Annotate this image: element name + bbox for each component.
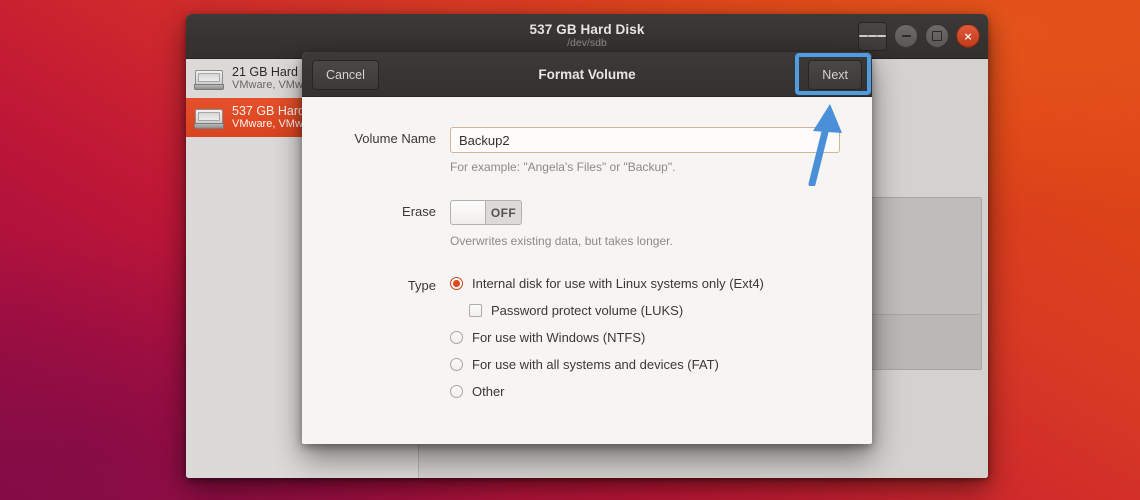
hard-disk-icon [194, 67, 224, 91]
toggle-knob [451, 201, 486, 224]
volume-name-hint: For example: "Angela's Files" or "Backup… [450, 160, 676, 174]
maximize-glyph [932, 31, 942, 41]
next-button[interactable]: Next [808, 60, 862, 90]
hamburger-menu-icon[interactable] [858, 21, 887, 51]
cancel-button[interactable]: Cancel [312, 60, 379, 90]
type-option-label: Internal disk for use with Linux systems… [472, 276, 764, 291]
type-options-list: Internal disk for use with Linux systems… [450, 276, 872, 411]
type-option-label: For use with Windows (NTFS) [472, 330, 646, 345]
volume-name-input[interactable] [450, 127, 840, 153]
close-icon[interactable]: × [956, 24, 980, 48]
erase-row: Erase OFF Overwrites existing data, but … [302, 200, 872, 270]
close-glyph: × [964, 28, 972, 44]
format-volume-dialog: Cancel Format Volume Next Volume Name Fo… [302, 52, 872, 444]
erase-label: Erase [402, 204, 436, 219]
window-controls: × [858, 14, 980, 58]
radio-icon[interactable] [450, 331, 463, 344]
window-subtitle: /dev/sdb [567, 37, 607, 50]
toggle-state-label: OFF [490, 205, 517, 220]
type-option-fat[interactable]: For use with all systems and devices (FA… [450, 357, 840, 372]
radio-icon[interactable] [450, 385, 463, 398]
hard-disk-icon [194, 106, 224, 130]
erase-toggle[interactable]: OFF [450, 200, 522, 225]
type-label: Type [407, 278, 436, 293]
window-title: 537 GB Hard Disk [529, 21, 645, 37]
volume-name-field-wrap: For example: "Angela's Files" or "Backup… [450, 127, 872, 196]
minimize-glyph [901, 35, 911, 37]
format-volume-form: Volume Name For example: "Angela's Files… [302, 97, 872, 411]
erase-field-wrap: OFF Overwrites existing data, but takes … [450, 200, 872, 270]
type-option-ntfs[interactable]: For use with Windows (NTFS) [450, 330, 840, 345]
type-row: Type Internal disk for use with Linux sy… [302, 274, 872, 411]
type-option-label: Password protect volume (LUKS) [491, 303, 684, 318]
radio-icon[interactable] [450, 358, 463, 371]
dialog-header: Cancel Format Volume Next [302, 52, 872, 97]
dialog-title: Format Volume [538, 66, 636, 82]
erase-hint: Overwrites existing data, but takes long… [450, 234, 673, 248]
type-option-label: For use with all systems and devices (FA… [472, 357, 719, 372]
checkbox-icon[interactable] [469, 304, 482, 317]
type-option-luks[interactable]: Password protect volume (LUKS) [469, 303, 840, 318]
type-option-label: Other [472, 384, 505, 399]
type-option-other[interactable]: Other [450, 384, 840, 399]
volume-name-label: Volume Name [354, 131, 436, 146]
minimize-icon[interactable] [894, 24, 918, 48]
type-option-ext4[interactable]: Internal disk for use with Linux systems… [450, 276, 840, 291]
radio-icon[interactable] [450, 277, 463, 290]
window-title-block: 537 GB Hard Disk /dev/sdb [529, 21, 645, 50]
volume-name-row: Volume Name For example: "Angela's Files… [302, 127, 872, 196]
maximize-icon[interactable] [925, 24, 949, 48]
